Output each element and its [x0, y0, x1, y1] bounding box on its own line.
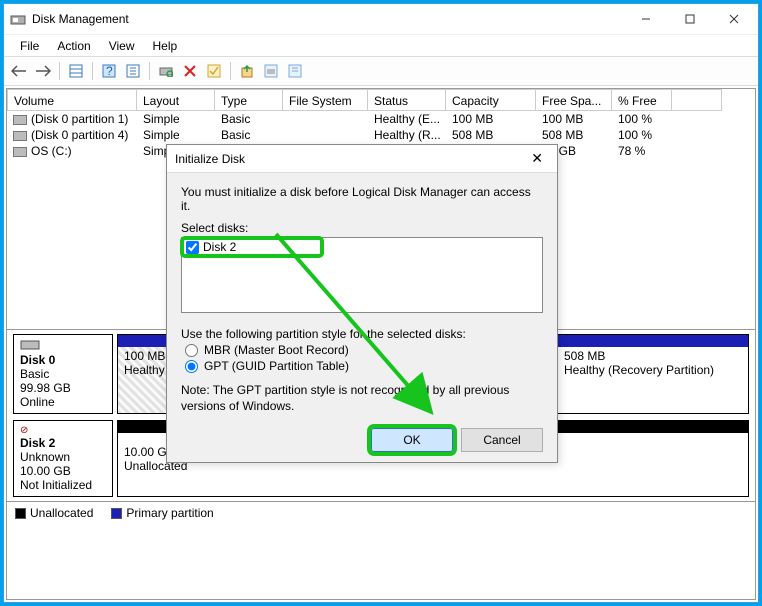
disk-state: Online: [20, 395, 106, 409]
col-status[interactable]: Status: [368, 89, 446, 111]
cell-type: Basic: [215, 111, 283, 127]
help-icon[interactable]: ?: [98, 60, 120, 82]
disk-state: Not Initialized: [20, 478, 106, 492]
select-disks-label: Select disks:: [181, 221, 543, 235]
col-pctfree[interactable]: % Free: [612, 89, 672, 111]
table-row[interactable]: (Disk 0 partition 4) Simple Basic Health…: [7, 127, 755, 143]
partition-size: 508 MB: [564, 349, 742, 363]
legend-primary: Primary partition: [111, 506, 213, 520]
table-header: Volume Layout Type File System Status Ca…: [7, 89, 755, 111]
disk-name: Disk 0: [20, 353, 106, 367]
disk-list: Disk 2: [181, 237, 543, 313]
minimize-button[interactable]: [624, 5, 668, 33]
window-title: Disk Management: [32, 12, 624, 26]
disk-drive-icon: [20, 339, 106, 353]
cell-pctfree: 78 %: [612, 143, 672, 159]
col-type[interactable]: Type: [215, 89, 283, 111]
refresh-icon[interactable]: [155, 60, 177, 82]
volume-name: (Disk 0 partition 4): [31, 128, 128, 142]
dialog-titlebar: Initialize Disk ✕: [167, 145, 557, 173]
volume-icon: [13, 147, 27, 157]
mbr-label: MBR (Master Boot Record): [204, 343, 349, 357]
disk-size: 10.00 GB: [20, 464, 106, 478]
col-volume[interactable]: Volume: [7, 89, 137, 111]
cell-status: Healthy (E...: [368, 111, 446, 127]
app-icon: [10, 11, 26, 27]
volume-icon: [13, 131, 27, 141]
close-icon[interactable]: ✕: [525, 150, 549, 167]
menu-view[interactable]: View: [101, 37, 143, 55]
cell-fs: [283, 134, 368, 136]
back-icon[interactable]: [8, 60, 30, 82]
toolbar: ?: [4, 56, 758, 86]
titlebar: Disk Management: [4, 4, 758, 34]
cell-status: Healthy (R...: [368, 127, 446, 143]
table-row[interactable]: (Disk 0 partition 1) Simple Basic Health…: [7, 111, 755, 127]
partition-status: Healthy (Recovery Partition): [564, 363, 742, 377]
mbr-radio[interactable]: [185, 344, 198, 357]
close-button[interactable]: [712, 5, 756, 33]
cancel-button[interactable]: Cancel: [461, 428, 543, 452]
cell-fs: [283, 118, 368, 120]
disk2-checkbox[interactable]: [186, 241, 199, 254]
initialize-disk-dialog: Initialize Disk ✕ You must initialize a …: [166, 144, 558, 463]
disk-size: 99.98 GB: [20, 381, 106, 395]
disk-name: Disk 2: [20, 436, 106, 450]
legend-unallocated: Unallocated: [15, 506, 93, 520]
menu-file[interactable]: File: [12, 37, 47, 55]
dialog-intro: You must initialize a disk before Logica…: [181, 185, 543, 213]
disk-info: Disk 0 Basic 99.98 GB Online: [13, 334, 113, 414]
gpt-note: Note: The GPT partition style is not rec…: [181, 383, 543, 414]
cell-layout: Simple: [137, 111, 215, 127]
col-capacity[interactable]: Capacity: [446, 89, 536, 111]
col-spacer: [672, 89, 722, 111]
delete-icon[interactable]: [179, 60, 201, 82]
maximize-button[interactable]: [668, 5, 712, 33]
legend: Unallocated Primary partition: [7, 501, 755, 524]
gpt-label: GPT (GUID Partition Table): [204, 359, 349, 373]
cell-type: Basic: [215, 127, 283, 143]
menubar: File Action View Help: [4, 34, 758, 56]
svg-text:?: ?: [106, 64, 113, 78]
check-icon[interactable]: [203, 60, 225, 82]
gpt-radio[interactable]: [185, 360, 198, 373]
disk-management-window: Disk Management File Action View Help ? …: [3, 3, 759, 603]
disk-info: ⊘ Disk 2 Unknown 10.00 GB Not Initialize…: [13, 420, 113, 497]
partition-color-bar: [558, 335, 748, 347]
cell-capacity: 508 MB: [446, 127, 536, 143]
action2-icon[interactable]: [260, 60, 282, 82]
col-filesystem[interactable]: File System: [283, 89, 368, 111]
ok-button[interactable]: OK: [371, 428, 453, 452]
view-list-icon[interactable]: [65, 60, 87, 82]
partition-style-label: Use the following partition style for th…: [181, 327, 543, 341]
mbr-radio-row[interactable]: MBR (Master Boot Record): [185, 343, 539, 357]
menu-action[interactable]: Action: [49, 37, 98, 55]
cell-layout: Simple: [137, 127, 215, 143]
disk-checkbox-row[interactable]: Disk 2: [182, 238, 322, 256]
col-free[interactable]: Free Spa...: [536, 89, 612, 111]
disk-kind: Unknown: [20, 450, 106, 464]
dialog-title: Initialize Disk: [175, 152, 525, 166]
cell-pctfree: 100 %: [612, 111, 672, 127]
disk-option-label: Disk 2: [203, 240, 236, 254]
menu-help[interactable]: Help: [145, 37, 186, 55]
forward-icon[interactable]: [32, 60, 54, 82]
disk-kind: Basic: [20, 367, 106, 381]
cell-pctfree: 100 %: [612, 127, 672, 143]
disk-warning-icon: ⊘: [20, 425, 106, 436]
col-layout[interactable]: Layout: [137, 89, 215, 111]
partition[interactable]: 508 MB Healthy (Recovery Partition): [558, 335, 748, 413]
volume-name: (Disk 0 partition 1): [31, 112, 128, 126]
gpt-radio-row[interactable]: GPT (GUID Partition Table): [185, 359, 539, 373]
action3-icon[interactable]: [284, 60, 306, 82]
cell-free: 100 MB: [536, 111, 612, 127]
volume-name: OS (C:): [31, 144, 72, 158]
volume-icon: [13, 115, 27, 125]
action1-icon[interactable]: [236, 60, 258, 82]
cell-capacity: 100 MB: [446, 111, 536, 127]
cell-free: 508 MB: [536, 127, 612, 143]
settings-icon[interactable]: [122, 60, 144, 82]
